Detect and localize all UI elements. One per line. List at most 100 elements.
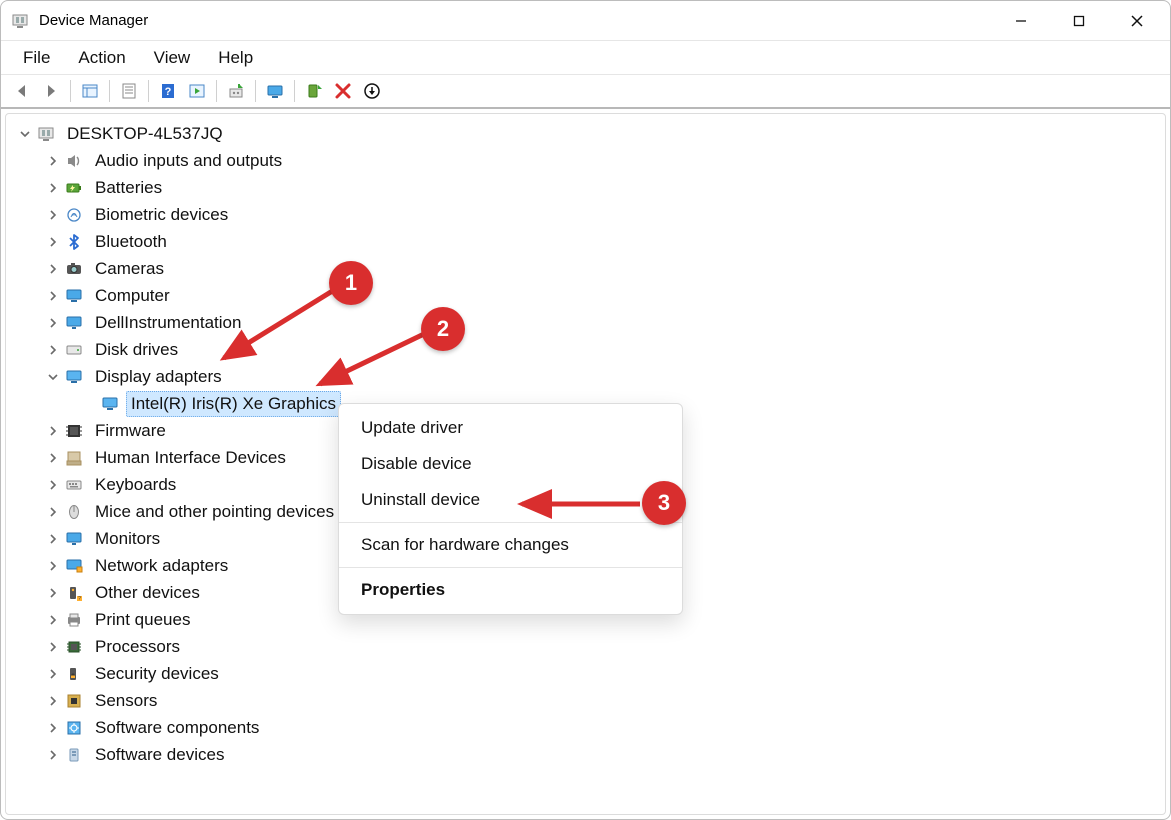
chevron-right-icon[interactable]	[44, 341, 62, 359]
chevron-right-icon[interactable]	[44, 611, 62, 629]
chevron-right-icon[interactable]	[44, 179, 62, 197]
tree-category[interactable]: Disk drives	[16, 336, 1161, 363]
minimize-button[interactable]	[992, 3, 1050, 39]
toolbar-help-button[interactable]: ?	[155, 78, 181, 104]
context-update-driver[interactable]: Update driver	[339, 410, 682, 446]
tree-category-label: Security devices	[90, 661, 224, 687]
tree-category-label: Sensors	[90, 688, 162, 714]
toolbar-forward-button[interactable]	[38, 78, 64, 104]
tree-category-label: Other devices	[90, 580, 205, 606]
device-manager-window: Device Manager File Action View Help ?	[0, 0, 1171, 820]
tree-category[interactable]: Bluetooth	[16, 228, 1161, 255]
chevron-right-icon[interactable]	[44, 152, 62, 170]
bluetooth-icon	[64, 233, 84, 251]
chevron-right-icon[interactable]	[44, 503, 62, 521]
tree-category-label: Monitors	[90, 526, 165, 552]
hid-icon	[64, 449, 84, 467]
tree-category[interactable]: Cameras	[16, 255, 1161, 282]
chevron-right-icon[interactable]	[44, 314, 62, 332]
printer-icon	[64, 611, 84, 629]
tree-category[interactable]: Sensors	[16, 687, 1161, 714]
tree-category-label: Computer	[90, 283, 175, 309]
tree-root[interactable]: DESKTOP-4L537JQ	[16, 120, 1161, 147]
toolbar-uninstall-device-button[interactable]	[330, 78, 356, 104]
tree-category[interactable]: DellInstrumentation	[16, 309, 1161, 336]
chevron-right-icon[interactable]	[44, 746, 62, 764]
toolbar: ?	[1, 75, 1170, 109]
computer-root-icon	[36, 125, 56, 143]
tree-category-label: Human Interface Devices	[90, 445, 291, 471]
chevron-right-icon[interactable]	[44, 530, 62, 548]
computer-icon	[64, 287, 84, 305]
tree-category-label: Software devices	[90, 742, 229, 768]
camera-icon	[64, 260, 84, 278]
context-disable-device[interactable]: Disable device	[339, 446, 682, 482]
annotation-arrow-3	[508, 492, 658, 516]
chevron-right-icon[interactable]	[44, 719, 62, 737]
menu-help[interactable]: Help	[204, 44, 267, 72]
chevron-right-icon[interactable]	[44, 638, 62, 656]
toolbar-show-hide-tree-button[interactable]	[77, 78, 103, 104]
chevron-right-icon[interactable]	[44, 206, 62, 224]
tree-category-label: Print queues	[90, 607, 195, 633]
maximize-button[interactable]	[1050, 3, 1108, 39]
toolbar-action-button[interactable]	[184, 78, 210, 104]
close-button[interactable]	[1108, 3, 1166, 39]
chevron-down-icon[interactable]	[44, 368, 62, 386]
tree-category[interactable]: Biometric devices	[16, 201, 1161, 228]
menu-action[interactable]: Action	[64, 44, 139, 72]
context-scan-hardware[interactable]: Scan for hardware changes	[339, 527, 682, 563]
toolbar-enable-device-button[interactable]	[301, 78, 327, 104]
tree-category[interactable]: Audio inputs and outputs	[16, 147, 1161, 174]
softdev-icon	[64, 746, 84, 764]
tree-category-label: Network adapters	[90, 553, 233, 579]
network-icon	[64, 557, 84, 575]
window-title: Device Manager	[39, 12, 148, 29]
tree-category-label: Bluetooth	[90, 229, 172, 255]
menu-view[interactable]: View	[140, 44, 205, 72]
chevron-right-icon[interactable]	[44, 584, 62, 602]
toolbar-scan-hardware-button[interactable]	[262, 78, 288, 104]
annotation-badge-1: 1	[329, 261, 373, 305]
chevron-right-icon[interactable]	[44, 287, 62, 305]
tree-category-label: Cameras	[90, 256, 169, 282]
toolbar-update-driver-button[interactable]	[223, 78, 249, 104]
chevron-right-icon[interactable]	[44, 422, 62, 440]
monitor-icon	[64, 530, 84, 548]
tree-category[interactable]: Security devices	[16, 660, 1161, 687]
context-properties[interactable]: Properties	[339, 572, 682, 608]
toolbar-back-button[interactable]	[9, 78, 35, 104]
monitor-icon	[64, 314, 84, 332]
tree-category-label: Keyboards	[90, 472, 181, 498]
tree-category[interactable]: Computer	[16, 282, 1161, 309]
tree-category[interactable]: Display adapters	[16, 363, 1161, 390]
menu-file[interactable]: File	[9, 44, 64, 72]
mouse-icon	[64, 503, 84, 521]
chevron-right-icon[interactable]	[44, 449, 62, 467]
tree-category[interactable]: Batteries	[16, 174, 1161, 201]
tree-category-label: Disk drives	[90, 337, 183, 363]
softcomp-icon	[64, 719, 84, 737]
chevron-down-icon[interactable]	[16, 125, 34, 143]
toolbar-disable-device-button[interactable]	[359, 78, 385, 104]
display-icon	[100, 395, 120, 413]
chevron-right-icon[interactable]	[44, 692, 62, 710]
tree-category-label: Software components	[90, 715, 264, 741]
tree-category[interactable]: Processors	[16, 633, 1161, 660]
battery-icon	[64, 179, 84, 197]
titlebar: Device Manager	[1, 1, 1170, 41]
chevron-right-icon[interactable]	[44, 476, 62, 494]
annotation-badge-2: 2	[421, 307, 465, 351]
tree-category[interactable]: Software devices	[16, 741, 1161, 768]
tree-category-label: Biometric devices	[90, 202, 233, 228]
app-icon	[11, 12, 29, 30]
chevron-right-icon[interactable]	[44, 233, 62, 251]
tree-category[interactable]: Software components	[16, 714, 1161, 741]
context-menu-separator	[339, 567, 682, 568]
security-icon	[64, 665, 84, 683]
chevron-right-icon[interactable]	[44, 665, 62, 683]
chevron-right-icon[interactable]	[44, 557, 62, 575]
menubar: File Action View Help	[1, 41, 1170, 75]
toolbar-properties-button[interactable]	[116, 78, 142, 104]
chevron-right-icon[interactable]	[44, 260, 62, 278]
